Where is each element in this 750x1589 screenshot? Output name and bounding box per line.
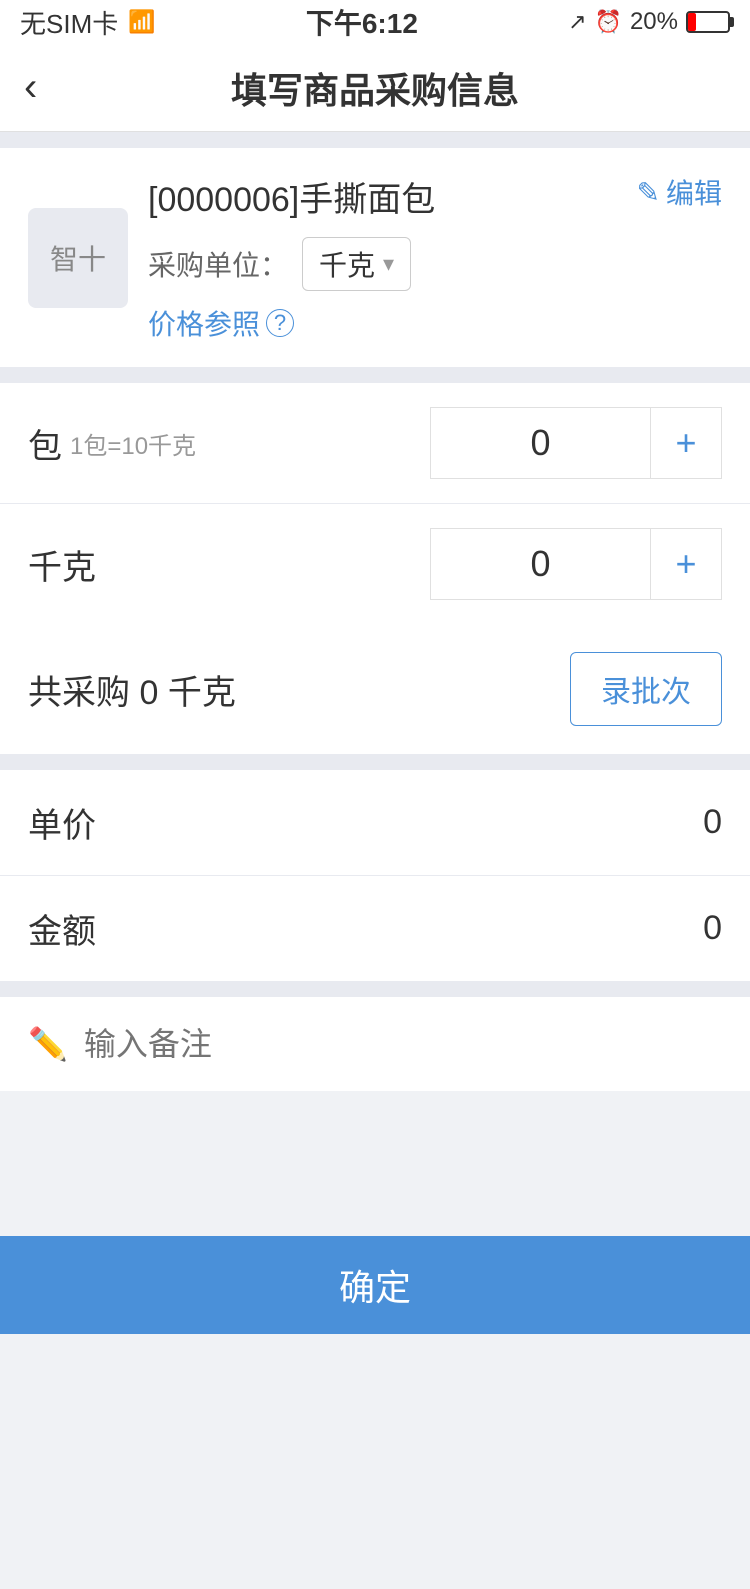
quantity-section: 包 1包=10千克 + 千克 + (0, 383, 750, 624)
price-section: 单价 0 金额 0 (0, 770, 750, 981)
edit-icon: ✎ (637, 176, 660, 209)
carrier-label: 无SIM卡 (20, 4, 118, 41)
status-time: 下午6:12 (306, 2, 418, 42)
edit-button[interactable]: ✎ 编辑 (637, 172, 722, 212)
product-unit-row: 采购单位： 千克 ▾ (148, 237, 617, 291)
bao-label: 包 (28, 419, 62, 468)
kg-input-wrapper: + (430, 528, 722, 600)
kg-quantity-input[interactable] (430, 528, 650, 600)
bao-sublabel: 1包=10千克 (70, 426, 196, 461)
unit-label: 采购单位： (148, 244, 288, 284)
confirm-button[interactable]: 确定 (0, 1236, 750, 1334)
price-ref-button[interactable]: 价格参照 ? (148, 303, 617, 343)
bao-quantity-input[interactable] (430, 407, 650, 479)
product-image: 智十 (28, 208, 128, 308)
top-divider (0, 132, 750, 148)
battery-pct: 20% (630, 8, 678, 36)
bao-input-row: 包 1包=10千克 + (0, 383, 750, 504)
wifi-icon: 📶 (128, 9, 155, 35)
note-section: ✏️ (0, 997, 750, 1091)
kg-plus-button[interactable]: + (650, 528, 722, 600)
kg-input-row: 千克 + (0, 504, 750, 624)
unit-value: 千克 (319, 244, 375, 284)
bao-input-wrapper: + (430, 407, 722, 479)
chevron-down-icon: ▾ (383, 251, 394, 277)
bao-plus-button[interactable]: + (650, 407, 722, 479)
product-info: [0000006]手撕面包 采购单位： 千克 ▾ 价格参照 ? (148, 172, 617, 343)
amount-row: 金额 0 (0, 876, 750, 981)
mid-divider-3 (0, 981, 750, 997)
back-button[interactable]: ‹ (24, 65, 37, 110)
unit-price-value: 0 (703, 803, 722, 842)
status-right: ↗ ⏰ 20% (568, 8, 730, 36)
price-ref-label: 价格参照 (148, 303, 260, 343)
pencil-icon: ✏️ (28, 1025, 68, 1063)
kg-label: 千克 (28, 540, 96, 589)
product-card: 智十 [0000006]手撕面包 采购单位： 千克 ▾ 价格参照 ? ✎ 编辑 (0, 148, 750, 367)
unit-price-label: 单价 (28, 798, 96, 847)
mid-divider-2 (0, 754, 750, 770)
amount-value: 0 (703, 909, 722, 948)
product-name: [0000006]手撕面包 (148, 172, 617, 221)
price-ref-help-icon: ? (266, 309, 294, 337)
location-icon: ↗ (568, 9, 586, 35)
product-right: ✎ 编辑 (637, 172, 722, 343)
total-label: 共采购 0 千克 (28, 665, 236, 714)
status-left: 无SIM卡 📶 (20, 4, 156, 41)
product-logo: 智十 (50, 238, 106, 278)
page-title: 填写商品采购信息 (231, 62, 519, 114)
nav-bar: ‹ 填写商品采购信息 (0, 44, 750, 132)
mid-divider-1 (0, 367, 750, 383)
total-row: 共采购 0 千克 录批次 (0, 624, 750, 754)
status-bar: 无SIM卡 📶 下午6:12 ↗ ⏰ 20% (0, 0, 750, 44)
unit-selector[interactable]: 千克 ▾ (302, 237, 411, 291)
confirm-label: 确定 (339, 1259, 411, 1311)
note-input[interactable] (84, 1026, 722, 1063)
alarm-icon: ⏰ (595, 9, 622, 35)
battery-icon (686, 11, 730, 33)
unit-price-row: 单价 0 (0, 770, 750, 876)
record-batch-button[interactable]: 录批次 (570, 652, 722, 726)
bottom-spacer (0, 1491, 750, 1589)
amount-label: 金额 (28, 904, 96, 953)
edit-label: 编辑 (666, 172, 722, 212)
